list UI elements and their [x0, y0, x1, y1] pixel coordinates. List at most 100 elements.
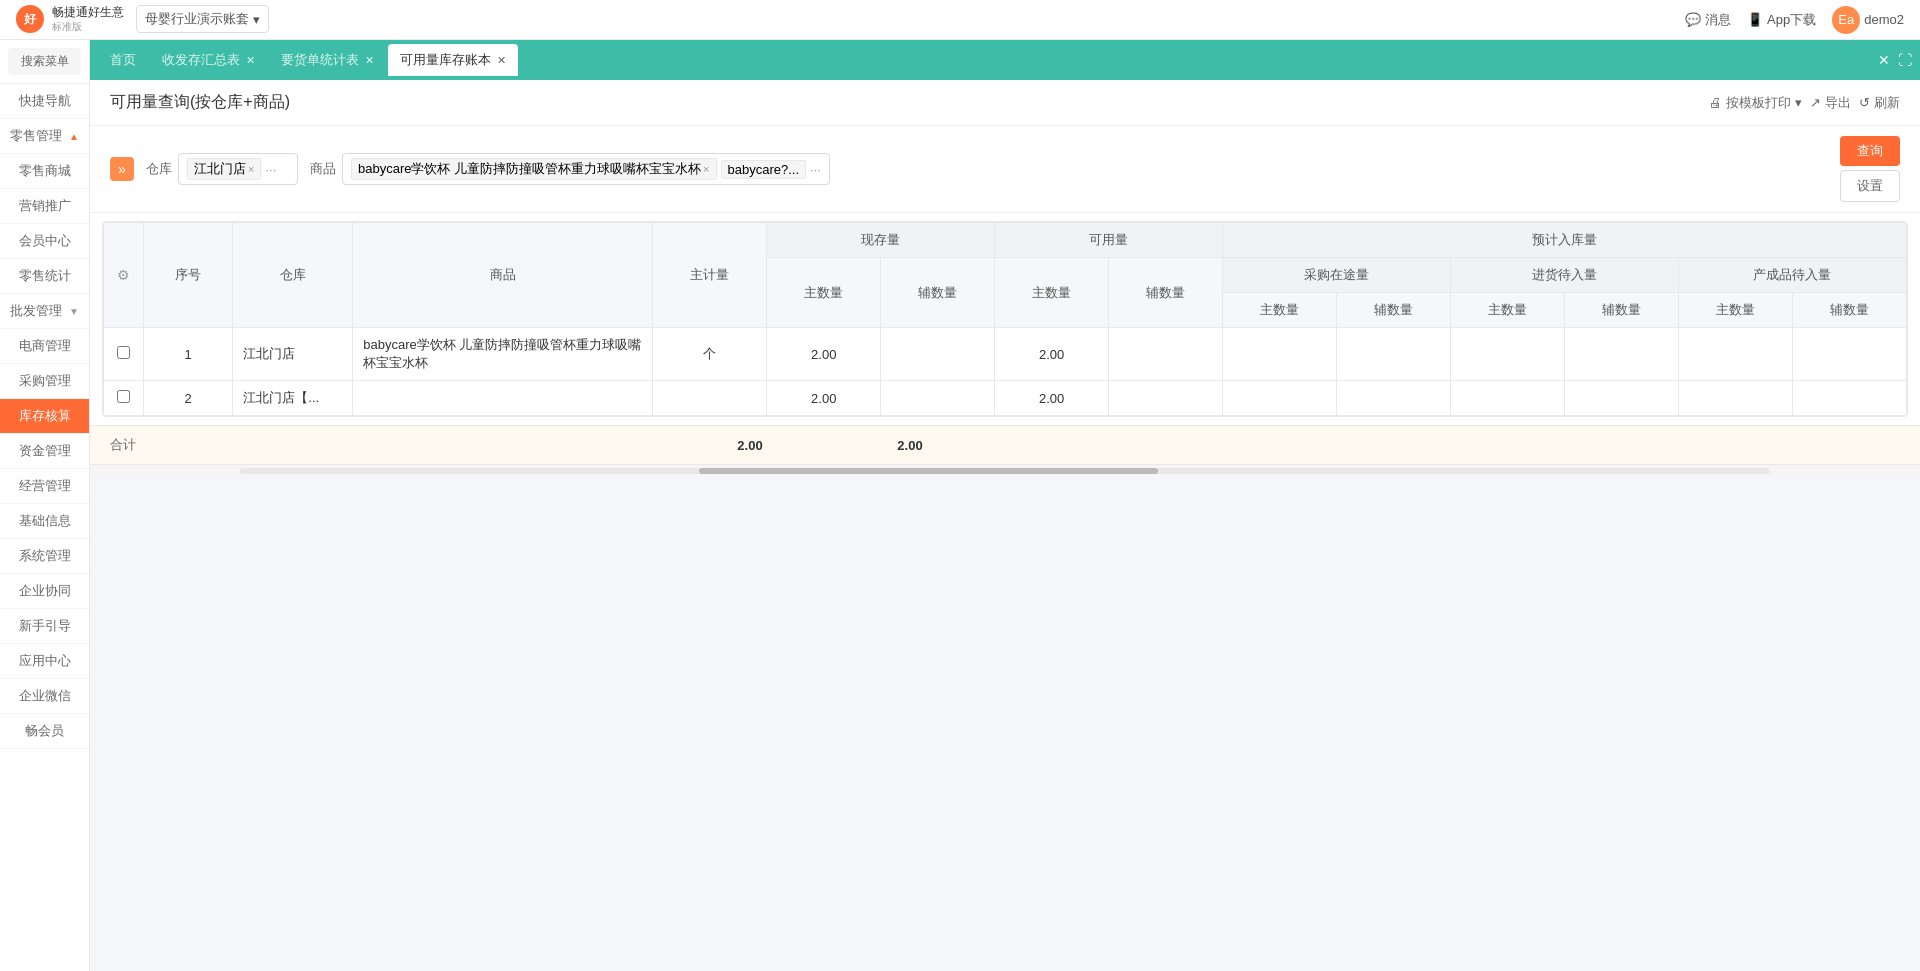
- fullscreen-icon[interactable]: ⛶: [1898, 52, 1912, 68]
- close-icon[interactable]: ✕: [246, 54, 255, 67]
- th-prod-arr-main: 主数量: [1678, 293, 1792, 328]
- th-purch-arr-main: 主数量: [1451, 293, 1565, 328]
- sidebar-item-retail-mall[interactable]: 零售商城: [0, 154, 89, 189]
- expand-filter-button[interactable]: »: [110, 157, 134, 181]
- printer-icon: 🖨: [1709, 95, 1722, 110]
- horizontal-scrollbar[interactable]: [240, 468, 1770, 474]
- th-main-unit: 主计量: [653, 223, 767, 328]
- sidebar-item-purchase-mgmt[interactable]: 采购管理: [0, 364, 89, 399]
- sidebar-item-label: 经营管理: [19, 477, 71, 495]
- sidebar-item-enterprise-collab[interactable]: 企业协同: [0, 574, 89, 609]
- sidebar-item-label: 电商管理: [19, 337, 71, 355]
- settings-icon[interactable]: ⚙: [117, 267, 130, 283]
- message-label: 消息: [1705, 11, 1731, 29]
- sidebar-item-label: 批发管理: [10, 302, 62, 320]
- th-purchase-transit: 采购在途量: [1223, 258, 1451, 293]
- cell-warehouse: 江北门店【...: [233, 381, 353, 416]
- tab-bar: 首页 收发存汇总表 ✕ 要货单统计表 ✕ 可用量库存账本 ✕ ✕ ⛶: [90, 40, 1920, 80]
- sidebar-item-label: 快捷导航: [19, 92, 71, 110]
- message-icon: 💬: [1685, 12, 1701, 27]
- sidebar-item-member-center[interactable]: 会员中心: [0, 224, 89, 259]
- sidebar-item-label: 系统管理: [19, 547, 71, 565]
- tab-order-stats[interactable]: 要货单统计表 ✕: [269, 44, 386, 76]
- more-icon[interactable]: ···: [810, 162, 821, 177]
- arrow-down-icon: ▼: [69, 306, 79, 317]
- row-checkbox[interactable]: [117, 390, 130, 403]
- th-avail-main: 主数量: [995, 258, 1109, 328]
- export-icon: ↗: [1810, 95, 1821, 110]
- logo-text: 畅捷通好生意: [52, 5, 124, 19]
- total-avail-main: 2.00: [870, 438, 950, 453]
- row-checkbox[interactable]: [117, 346, 130, 359]
- product-filter: 商品 babycare学饮杯 儿童防摔防撞吸管杯重力球吸嘴杯宝宝水杯 × bab…: [310, 153, 830, 185]
- sidebar-search[interactable]: 搜索菜单: [0, 40, 89, 84]
- tab-receipts-summary[interactable]: 收发存汇总表 ✕: [150, 44, 267, 76]
- industry-selector[interactable]: 母婴行业演示账套 ▾: [136, 5, 269, 33]
- sidebar-item-ecommerce-mgmt[interactable]: 电商管理: [0, 329, 89, 364]
- warehouse-label: 仓库: [146, 160, 172, 178]
- sidebar-item-finance-mgmt[interactable]: 资金管理: [0, 434, 89, 469]
- sidebar-item-label: 会员中心: [19, 232, 71, 250]
- close-icon[interactable]: ✕: [497, 54, 506, 67]
- sidebar-item-enterprise-wechat[interactable]: 企业微信: [0, 679, 89, 714]
- table-row: 2 江北门店【... 2.00 2.00: [104, 381, 1907, 416]
- sidebar-item-marketing[interactable]: 营销推广: [0, 189, 89, 224]
- close-icon[interactable]: ×: [703, 163, 709, 175]
- export-label: 导出: [1825, 94, 1851, 112]
- template-print-button[interactable]: 🖨 按模板打印 ▾: [1709, 94, 1802, 112]
- sidebar-item-wholesale-mgmt[interactable]: 批发管理 ▼: [0, 294, 89, 329]
- product-tag-text-1: babycare学饮杯 儿童防摔防撞吸管杯重力球吸嘴杯宝宝水杯: [358, 160, 701, 178]
- product-input[interactable]: babycare学饮杯 儿童防摔防撞吸管杯重力球吸嘴杯宝宝水杯 × babyca…: [342, 153, 830, 185]
- cell-stock-aux: [881, 381, 995, 416]
- tab-home[interactable]: 首页: [98, 44, 148, 76]
- sidebar-item-basic-info[interactable]: 基础信息: [0, 504, 89, 539]
- th-purchase-arriving: 进货待入量: [1451, 258, 1679, 293]
- top-bar-right: 💬 消息 📱 App下载 Ea demo2: [1685, 6, 1904, 34]
- inventory-table: ⚙ 序号 仓库 商品 主计量 现存量 可用量 预计入库量: [103, 222, 1907, 416]
- th-avail-aux: 辅数量: [1109, 258, 1223, 328]
- th-settings: ⚙: [104, 223, 144, 328]
- sidebar-item-label: 库存核算: [19, 407, 71, 425]
- setting-button[interactable]: 设置: [1840, 170, 1900, 202]
- sidebar-item-retail-stats[interactable]: 零售统计: [0, 259, 89, 294]
- user-area[interactable]: Ea demo2: [1832, 6, 1904, 34]
- refresh-button[interactable]: ↺ 刷新: [1859, 94, 1900, 112]
- th-purch-transit-aux: 辅数量: [1337, 293, 1451, 328]
- query-button[interactable]: 查询: [1840, 136, 1900, 166]
- cell-index: 1: [144, 328, 233, 381]
- tab-label: 要货单统计表: [281, 51, 359, 69]
- page-content: 可用量查询(按仓库+商品) 🖨 按模板打印 ▾ ↗ 导出 ↺: [90, 80, 1920, 971]
- cell-purch-arr-main: [1451, 381, 1565, 416]
- tab-label: 可用量库存账本: [400, 51, 491, 69]
- sidebar-item-system-mgmt[interactable]: 系统管理: [0, 539, 89, 574]
- close-all-icon[interactable]: ✕: [1878, 52, 1890, 68]
- page-title: 可用量查询(按仓库+商品): [110, 92, 290, 113]
- search-menu-button[interactable]: 搜索菜单: [8, 48, 81, 75]
- warehouse-input[interactable]: 江北门店 × ···: [178, 153, 298, 185]
- sidebar-item-operations-mgmt[interactable]: 经营管理: [0, 469, 89, 504]
- export-button[interactable]: ↗ 导出: [1810, 94, 1851, 112]
- sidebar-item-inventory-check[interactable]: 库存核算: [0, 399, 89, 434]
- message-action[interactable]: 💬 消息: [1685, 11, 1731, 29]
- close-icon[interactable]: ✕: [365, 54, 374, 67]
- sidebar-item-retail-mgmt[interactable]: 零售管理 ▲: [0, 119, 89, 154]
- top-bar: 好 畅捷通好生意 标准版 母婴行业演示账套 ▾ 💬 消息 📱 App下载 Ea …: [0, 0, 1920, 40]
- sidebar-item-quick-nav[interactable]: 快捷导航: [0, 84, 89, 119]
- app-download-action[interactable]: 📱 App下载: [1747, 11, 1816, 29]
- sidebar-item-app-center[interactable]: 应用中心: [0, 644, 89, 679]
- cell-prod-arr-main: [1678, 328, 1792, 381]
- scroll-thumb[interactable]: [699, 468, 1158, 474]
- sidebar-item-label: 企业微信: [19, 687, 71, 705]
- sidebar-item-label: 新手引导: [19, 617, 71, 635]
- table-container: ⚙ 序号 仓库 商品 主计量 现存量 可用量 预计入库量: [102, 221, 1908, 417]
- sidebar-item-new-guide[interactable]: 新手引导: [0, 609, 89, 644]
- tab-available-inventory[interactable]: 可用量库存账本 ✕: [388, 44, 518, 76]
- sidebar-item-chang-member[interactable]: 畅会员: [0, 714, 89, 749]
- page-header: 可用量查询(按仓库+商品) 🖨 按模板打印 ▾ ↗ 导出 ↺: [90, 80, 1920, 126]
- close-icon[interactable]: ×: [248, 163, 254, 175]
- sidebar-item-label: 零售管理: [10, 127, 62, 145]
- cell-index: 2: [144, 381, 233, 416]
- cell-purch-arr-main: [1451, 328, 1565, 381]
- th-prod-arr-aux: 辅数量: [1792, 293, 1906, 328]
- more-icon[interactable]: ···: [265, 162, 276, 177]
